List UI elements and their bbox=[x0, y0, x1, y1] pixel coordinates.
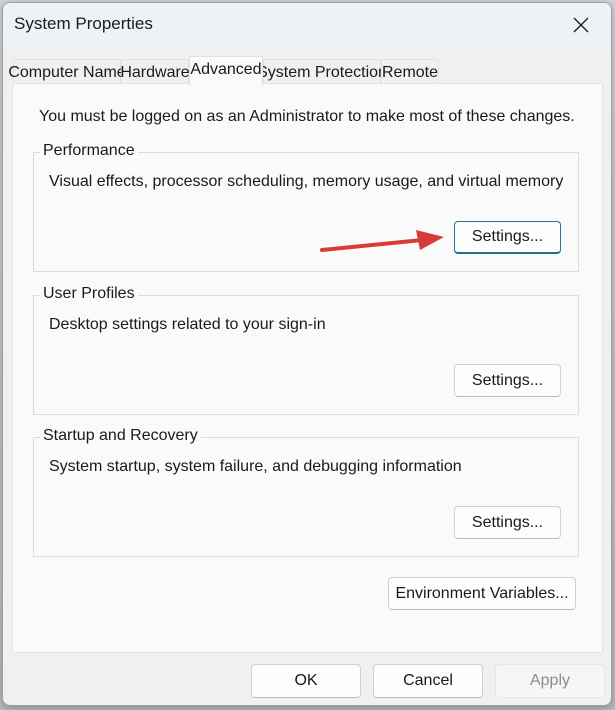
tab-remote[interactable]: Remote bbox=[381, 59, 439, 85]
ok-button[interactable]: OK bbox=[251, 664, 361, 698]
cancel-button[interactable]: Cancel bbox=[373, 664, 483, 698]
tab-system-protection[interactable]: System Protection bbox=[257, 59, 387, 85]
tab-computer-name[interactable]: Computer Name bbox=[8, 59, 126, 85]
environment-variables-button[interactable]: Environment Variables... bbox=[388, 577, 576, 610]
apply-button[interactable]: Apply bbox=[495, 664, 605, 698]
performance-group-title: Performance bbox=[40, 142, 138, 160]
user-profiles-settings-button[interactable]: Settings... bbox=[454, 364, 561, 397]
admin-note: You must be logged on as an Administrato… bbox=[39, 108, 575, 125]
performance-description: Visual effects, processor scheduling, me… bbox=[49, 173, 564, 190]
performance-settings-button[interactable]: Settings... bbox=[454, 221, 561, 254]
startup-recovery-group-title: Startup and Recovery bbox=[40, 427, 201, 445]
startup-recovery-description: System startup, system failure, and debu… bbox=[49, 458, 462, 475]
system-properties-dialog: System Properties Computer Name Hardware… bbox=[2, 2, 612, 706]
performance-group: Performance Visual effects, processor sc… bbox=[33, 142, 579, 272]
tab-advanced[interactable]: Advanced bbox=[189, 56, 263, 86]
startup-recovery-settings-button[interactable]: Settings... bbox=[454, 506, 561, 539]
user-profiles-group-title: User Profiles bbox=[40, 285, 138, 303]
startup-recovery-group: Startup and Recovery System startup, sys… bbox=[33, 427, 579, 557]
user-profiles-description: Desktop settings related to your sign-in bbox=[49, 316, 326, 333]
user-profiles-group: User Profiles Desktop settings related t… bbox=[33, 285, 579, 415]
tab-hardware[interactable]: Hardware bbox=[120, 59, 190, 85]
advanced-tab-panel: You must be logged on as an Administrato… bbox=[12, 83, 603, 653]
